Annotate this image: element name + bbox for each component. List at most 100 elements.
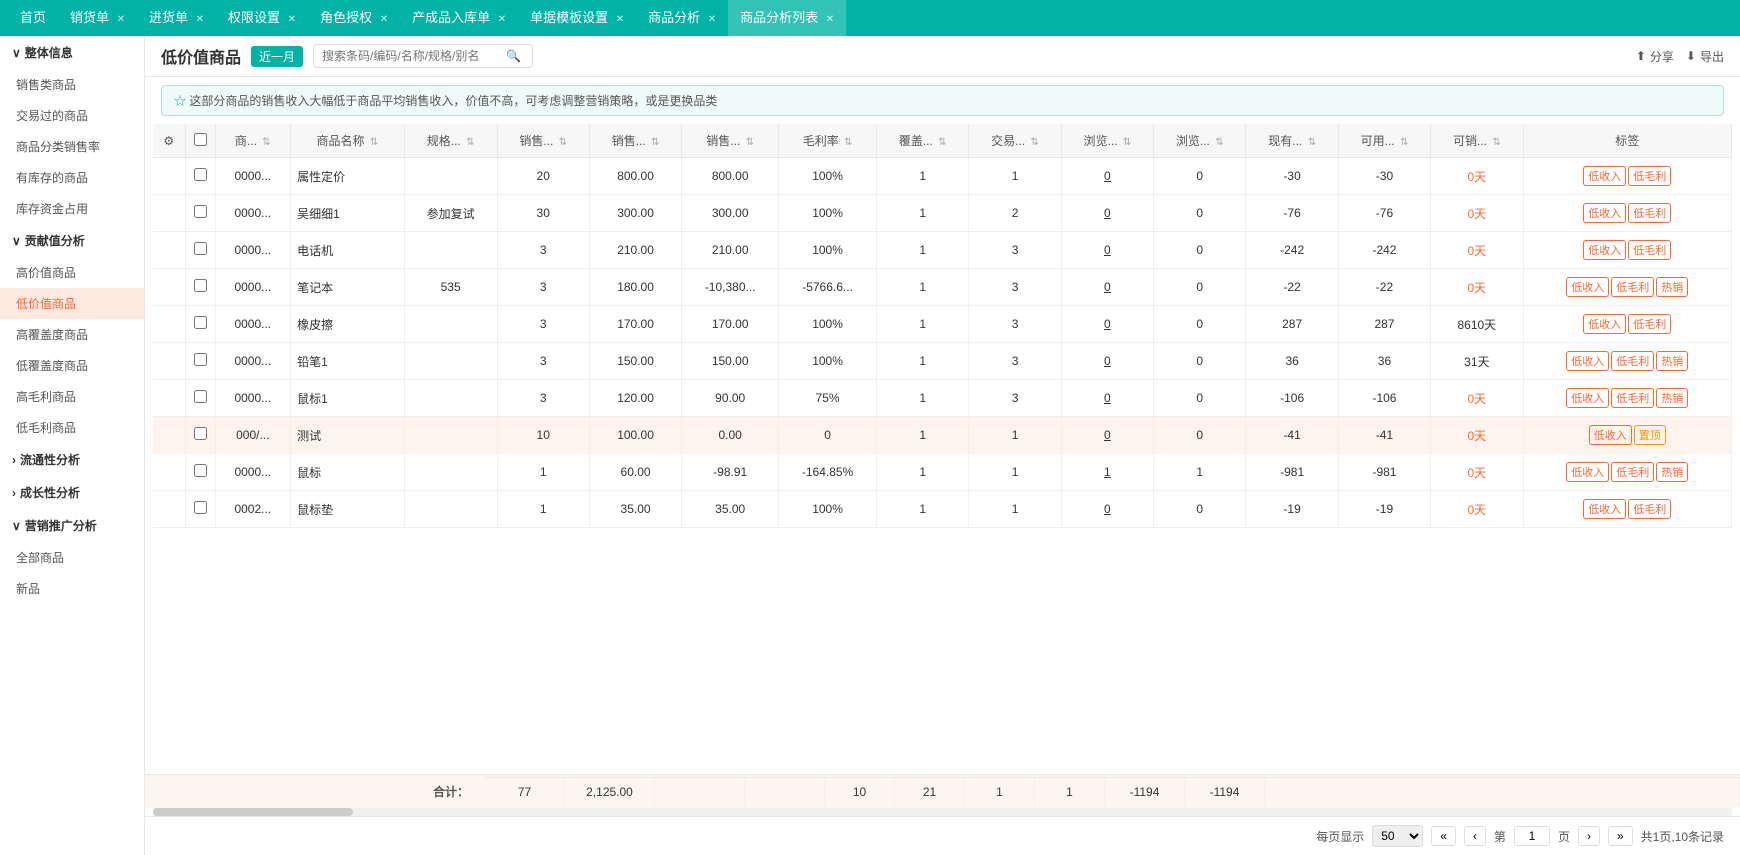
row-check[interactable] [194, 242, 207, 255]
row-view1[interactable]: 0 [1061, 343, 1153, 380]
nav-product-analysis-list[interactable]: 商品分析列表 ✕ [728, 0, 846, 36]
row-settings[interactable] [153, 306, 185, 343]
sidebar-item-all-goods[interactable]: 全部商品 [0, 542, 144, 573]
sidebar-item-traded-goods[interactable]: 交易过的商品 [0, 100, 144, 131]
view-link[interactable]: 0 [1104, 280, 1111, 294]
row-checkbox[interactable] [185, 380, 215, 417]
row-check[interactable] [194, 279, 207, 292]
close-icon[interactable]: ✕ [288, 14, 296, 25]
col-view1[interactable]: 浏览... ⇅ [1061, 124, 1153, 158]
row-checkbox[interactable] [185, 195, 215, 232]
row-check[interactable] [194, 427, 207, 440]
scrollbar-thumb[interactable] [153, 808, 353, 816]
sidebar-group-contribution[interactable]: ∨ 贡献值分析 [0, 224, 144, 257]
search-icon[interactable]: 🔍 [506, 49, 521, 63]
row-view1[interactable]: 0 [1061, 306, 1153, 343]
row-settings[interactable] [153, 454, 185, 491]
row-view1[interactable]: 0 [1061, 232, 1153, 269]
row-settings[interactable] [153, 417, 185, 454]
col-sale2[interactable]: 销售... ⇅ [589, 124, 681, 158]
row-view1[interactable]: 0 [1061, 195, 1153, 232]
col-code[interactable]: 商... ⇅ [215, 124, 291, 158]
view-link[interactable]: 0 [1104, 206, 1111, 220]
col-gross[interactable]: 毛利率 ⇅ [779, 124, 877, 158]
row-check[interactable] [194, 205, 207, 218]
col-sale3[interactable]: 销售... ⇅ [682, 124, 779, 158]
row-checkbox[interactable] [185, 417, 215, 454]
close-icon[interactable]: ✕ [616, 14, 624, 25]
col-saleable[interactable]: 可销... ⇅ [1431, 124, 1523, 158]
nav-sales[interactable]: 销货单 ✕ [58, 0, 137, 36]
close-icon[interactable]: ✕ [498, 14, 506, 25]
close-icon[interactable]: ✕ [708, 14, 716, 25]
row-check[interactable] [194, 316, 207, 329]
sidebar-item-high-profit[interactable]: 高毛利商品 [0, 381, 144, 412]
settings-col-header[interactable]: ⚙ [153, 124, 185, 158]
nav-template[interactable]: 单据模板设置 ✕ [518, 0, 636, 36]
row-check[interactable] [194, 168, 207, 181]
sidebar-item-sales-goods[interactable]: 销售类商品 [0, 69, 144, 100]
row-settings[interactable] [153, 232, 185, 269]
nav-role[interactable]: 角色授权 ✕ [308, 0, 400, 36]
close-icon[interactable]: ✕ [380, 14, 388, 25]
row-checkbox[interactable] [185, 454, 215, 491]
row-checkbox[interactable] [185, 343, 215, 380]
row-checkbox[interactable] [185, 306, 215, 343]
sidebar-item-category-rate[interactable]: 商品分类销售率 [0, 131, 144, 162]
view-link[interactable]: 0 [1104, 354, 1111, 368]
page-size-select[interactable]: 50 100 200 [1372, 825, 1423, 847]
nav-product-analysis[interactable]: 商品分析 ✕ [636, 0, 728, 36]
sidebar-group-liquidity[interactable]: › 流通性分析 [0, 443, 144, 476]
sidebar-group-growth[interactable]: › 成长性分析 [0, 476, 144, 509]
close-icon[interactable]: ✕ [196, 14, 204, 25]
row-checkbox[interactable] [185, 269, 215, 306]
search-input[interactable] [322, 49, 502, 63]
col-current[interactable]: 现有... ⇅ [1246, 124, 1338, 158]
close-icon[interactable]: ✕ [117, 14, 125, 25]
sidebar-item-stock-funds[interactable]: 库存资金占用 [0, 193, 144, 224]
col-cover[interactable]: 覆盖... ⇅ [877, 124, 969, 158]
sidebar-item-stock-goods[interactable]: 有库存的商品 [0, 162, 144, 193]
row-view1[interactable]: 0 [1061, 491, 1153, 528]
row-settings[interactable] [153, 269, 185, 306]
export-button[interactable]: ⬇ 导出 [1686, 48, 1724, 65]
sidebar-group-marketing[interactable]: ∨ 营销推广分析 [0, 509, 144, 542]
select-all-checkbox[interactable] [194, 133, 207, 146]
view-link[interactable]: 0 [1104, 502, 1111, 516]
row-checkbox[interactable] [185, 491, 215, 528]
row-check[interactable] [194, 353, 207, 366]
view-link[interactable]: 0 [1104, 317, 1111, 331]
row-view1[interactable]: 0 [1061, 158, 1153, 195]
view-link[interactable]: 0 [1104, 169, 1111, 183]
nav-inbound[interactable]: 产成品入库单 ✕ [400, 0, 518, 36]
nav-permission[interactable]: 权限设置 ✕ [216, 0, 308, 36]
view-link[interactable]: 0 [1104, 243, 1111, 257]
sidebar-item-high-value[interactable]: 高价值商品 [0, 257, 144, 288]
row-settings[interactable] [153, 158, 185, 195]
first-page-button[interactable]: « [1431, 826, 1456, 846]
row-settings[interactable] [153, 343, 185, 380]
row-check[interactable] [194, 390, 207, 403]
row-view1[interactable]: 0 [1061, 380, 1153, 417]
page-number-input[interactable] [1514, 826, 1550, 846]
col-spec[interactable]: 规格... ⇅ [404, 124, 497, 158]
row-settings[interactable] [153, 380, 185, 417]
row-checkbox[interactable] [185, 158, 215, 195]
last-page-button[interactable]: » [1608, 826, 1633, 846]
prev-page-button[interactable]: ‹ [1464, 826, 1486, 846]
horizontal-scrollbar[interactable] [153, 808, 1732, 816]
col-view2[interactable]: 浏览... ⇅ [1154, 124, 1246, 158]
share-button[interactable]: ⬆ 分享 [1636, 48, 1674, 65]
nav-home[interactable]: 首页 [8, 0, 58, 36]
nav-purchase[interactable]: 进货单 ✕ [137, 0, 216, 36]
sidebar-item-new-goods[interactable]: 新品 [0, 573, 144, 604]
view-link[interactable]: 0 [1104, 391, 1111, 405]
row-view1[interactable]: 1 [1061, 454, 1153, 491]
filter-tag-recent[interactable]: 近一月 [251, 46, 303, 67]
col-sale1[interactable]: 销售... ⇅ [497, 124, 589, 158]
sidebar-item-low-profit[interactable]: 低毛利商品 [0, 412, 144, 443]
sidebar-item-low-coverage[interactable]: 低覆盖度商品 [0, 350, 144, 381]
col-trade[interactable]: 交易... ⇅ [969, 124, 1061, 158]
col-usable[interactable]: 可用... ⇅ [1338, 124, 1430, 158]
row-check[interactable] [194, 501, 207, 514]
